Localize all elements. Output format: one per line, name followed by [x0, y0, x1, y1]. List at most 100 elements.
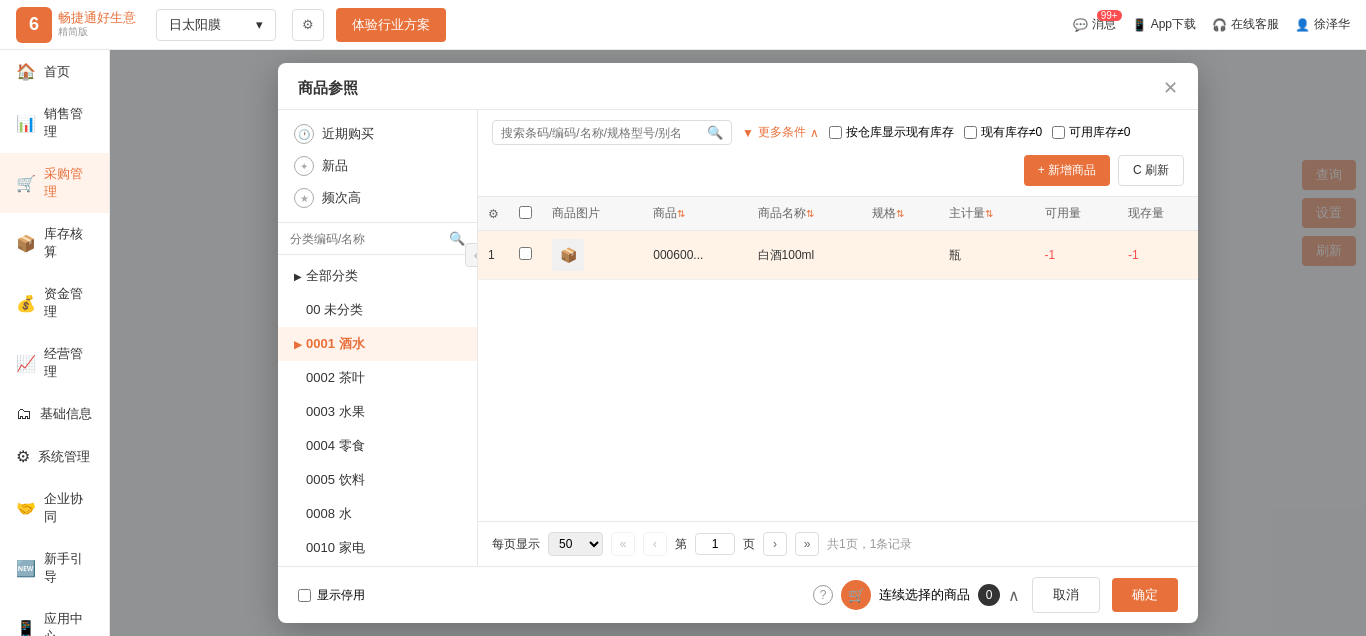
per-page-label: 每页显示: [492, 536, 540, 553]
nonzero-filter[interactable]: 现有库存≠0: [964, 124, 1042, 141]
sidebar-item-guide[interactable]: 🆕 新手引导: [0, 538, 109, 598]
row-image: 📦: [542, 231, 643, 280]
sidebar-item-apps[interactable]: 📱 应用中心: [0, 598, 109, 636]
cat-item-fruit[interactable]: 0003 水果: [278, 395, 477, 429]
product-table-wrap: ⚙ 商品图片 商品⇅: [478, 197, 1198, 521]
available-filter[interactable]: 可用库存≠0: [1052, 124, 1130, 141]
cart-button[interactable]: 🛒: [841, 580, 871, 610]
per-page-select[interactable]: 50 10 20 100: [548, 532, 603, 556]
trial-button[interactable]: 体验行业方案: [336, 8, 446, 42]
cat-item-appliance[interactable]: 0010 家电: [278, 531, 477, 565]
sidebar-item-finance[interactable]: 💰 资金管理: [0, 273, 109, 333]
sidebar-label-home: 首页: [44, 63, 70, 81]
sidebar-label-sales: 销售管理: [44, 105, 93, 141]
page-number-input[interactable]: [695, 533, 735, 555]
available-checkbox[interactable]: [1052, 126, 1065, 139]
sidebar-item-business[interactable]: 📈 经营管理: [0, 333, 109, 393]
online-service-item[interactable]: 🎧 在线客服: [1212, 16, 1279, 33]
show-disabled-checkbox[interactable]: [298, 589, 311, 602]
row-checkbox[interactable]: [509, 231, 542, 280]
app-download-label: App下载: [1151, 16, 1196, 33]
next-page-btn[interactable]: ›: [763, 532, 787, 556]
sidebar-label-purchase: 采购管理: [44, 165, 93, 201]
message-icon: 💬: [1073, 18, 1088, 32]
first-page-btn[interactable]: «: [611, 532, 635, 556]
col-spec[interactable]: 规格⇅: [862, 197, 939, 231]
col-checkbox[interactable]: [509, 197, 542, 231]
row-select-checkbox[interactable]: [519, 247, 532, 260]
quick-frequent[interactable]: ★ 频次高: [278, 182, 477, 214]
sidebar-item-purchase[interactable]: 🛒 采购管理: [0, 153, 109, 213]
row-unit: 瓶: [939, 231, 1034, 280]
settings-icon[interactable]: ⚙: [292, 9, 324, 41]
table-row[interactable]: 1 📦 000600... 白酒100ml 瓶: [478, 231, 1198, 280]
show-disabled-label[interactable]: 显示停用: [298, 587, 365, 604]
user-item[interactable]: 👤 徐泽华: [1295, 16, 1350, 33]
headset-icon: 🎧: [1212, 18, 1227, 32]
col-stock: 现存量: [1118, 197, 1198, 231]
filter-more-btn[interactable]: ▼ 更多条件 ∧: [742, 124, 819, 141]
prev-page-btn[interactable]: ‹: [643, 532, 667, 556]
modal-close-button[interactable]: ✕: [1163, 77, 1178, 99]
warehouse-checkbox[interactable]: [829, 126, 842, 139]
logo-sub: 精简版: [58, 25, 136, 39]
warehouse-filter[interactable]: 按仓库显示现有库存: [829, 124, 954, 141]
cat-collapse-button[interactable]: «: [465, 243, 478, 267]
main-layout: 🏠 首页 📊 销售管理 🛒 采购管理 📦 库存核算 💰 资金管理 📈 经营管理 …: [0, 50, 1366, 636]
avatar: 👤: [1295, 18, 1310, 32]
sidebar-item-home[interactable]: 🏠 首页: [0, 50, 109, 93]
cat-item-beverage[interactable]: 0005 饮料: [278, 463, 477, 497]
select-all-checkbox[interactable]: [519, 206, 532, 219]
sidebar-item-sales[interactable]: 📊 销售管理: [0, 93, 109, 153]
cat-item-uncategorized[interactable]: 00 未分类: [278, 293, 477, 327]
col-image-label: 商品图片: [552, 206, 600, 220]
product-search-input[interactable]: [501, 126, 701, 140]
nonzero-filter-label: 现有库存≠0: [981, 124, 1042, 141]
refresh-button[interactable]: C 刷新: [1118, 155, 1184, 186]
message-item[interactable]: 💬 消息 99+: [1073, 16, 1116, 33]
collapse-cart-icon[interactable]: ∧: [1008, 586, 1020, 605]
sidebar-item-system[interactable]: ⚙ 系统管理: [0, 435, 109, 478]
sidebar-item-basic[interactable]: 🗂 基础信息: [0, 393, 109, 435]
confirm-button[interactable]: 确定: [1112, 578, 1178, 612]
sidebar-item-inventory[interactable]: 📦 库存核算: [0, 213, 109, 273]
quick-new[interactable]: ✦ 新品: [278, 150, 477, 182]
message-badge: 99+: [1097, 10, 1122, 21]
cat-search-input[interactable]: [290, 232, 443, 246]
nonzero-checkbox[interactable]: [964, 126, 977, 139]
col-code[interactable]: 商品⇅: [643, 197, 747, 231]
cat-expand-icon: ▶: [294, 271, 302, 282]
cat-item-water[interactable]: 0008 水: [278, 497, 477, 531]
product-panel: 🔍 ▼ 更多条件 ∧ 按仓库显示现有库存: [478, 110, 1198, 566]
col-settings[interactable]: ⚙: [478, 197, 509, 231]
sidebar-label-apps: 应用中心: [44, 610, 93, 636]
filter-icon: ▼: [742, 126, 754, 140]
add-product-button[interactable]: + 新增商品: [1024, 155, 1110, 186]
cancel-button[interactable]: 取消: [1032, 577, 1100, 613]
company-selector[interactable]: 日太阳膜 ▾: [156, 9, 276, 41]
show-disabled-text: 显示停用: [317, 587, 365, 604]
cat-item-tea[interactable]: 0002 茶叶: [278, 361, 477, 395]
app-download-item[interactable]: 📱 App下载: [1132, 16, 1196, 33]
col-name[interactable]: 商品名称⇅: [748, 197, 862, 231]
col-unit[interactable]: 主计量⇅: [939, 197, 1034, 231]
cat-item-all[interactable]: ▶ 全部分类: [278, 259, 477, 293]
inventory-icon: 📦: [16, 234, 36, 253]
quick-recent[interactable]: 🕐 近期购买: [278, 118, 477, 150]
row-name: 白酒100ml: [748, 231, 862, 280]
sidebar-label-business: 经营管理: [44, 345, 93, 381]
help-icon[interactable]: ?: [813, 585, 833, 605]
cat-label-uncategorized: 00 未分类: [294, 301, 363, 319]
finance-icon: 💰: [16, 294, 36, 313]
basic-icon: 🗂: [16, 405, 32, 423]
star-icon: ★: [294, 188, 314, 208]
username-label: 徐泽华: [1314, 16, 1350, 33]
page-unit: 页: [743, 536, 755, 553]
cat-item-snack[interactable]: 0004 零食: [278, 429, 477, 463]
last-page-btn[interactable]: »: [795, 532, 819, 556]
sidebar-item-collab[interactable]: 🤝 企业协同: [0, 478, 109, 538]
row-spec: [862, 231, 939, 280]
product-search-box: 🔍: [492, 120, 732, 145]
system-icon: ⚙: [16, 447, 30, 466]
cat-item-liquor[interactable]: ▶ 0001 酒水: [278, 327, 477, 361]
